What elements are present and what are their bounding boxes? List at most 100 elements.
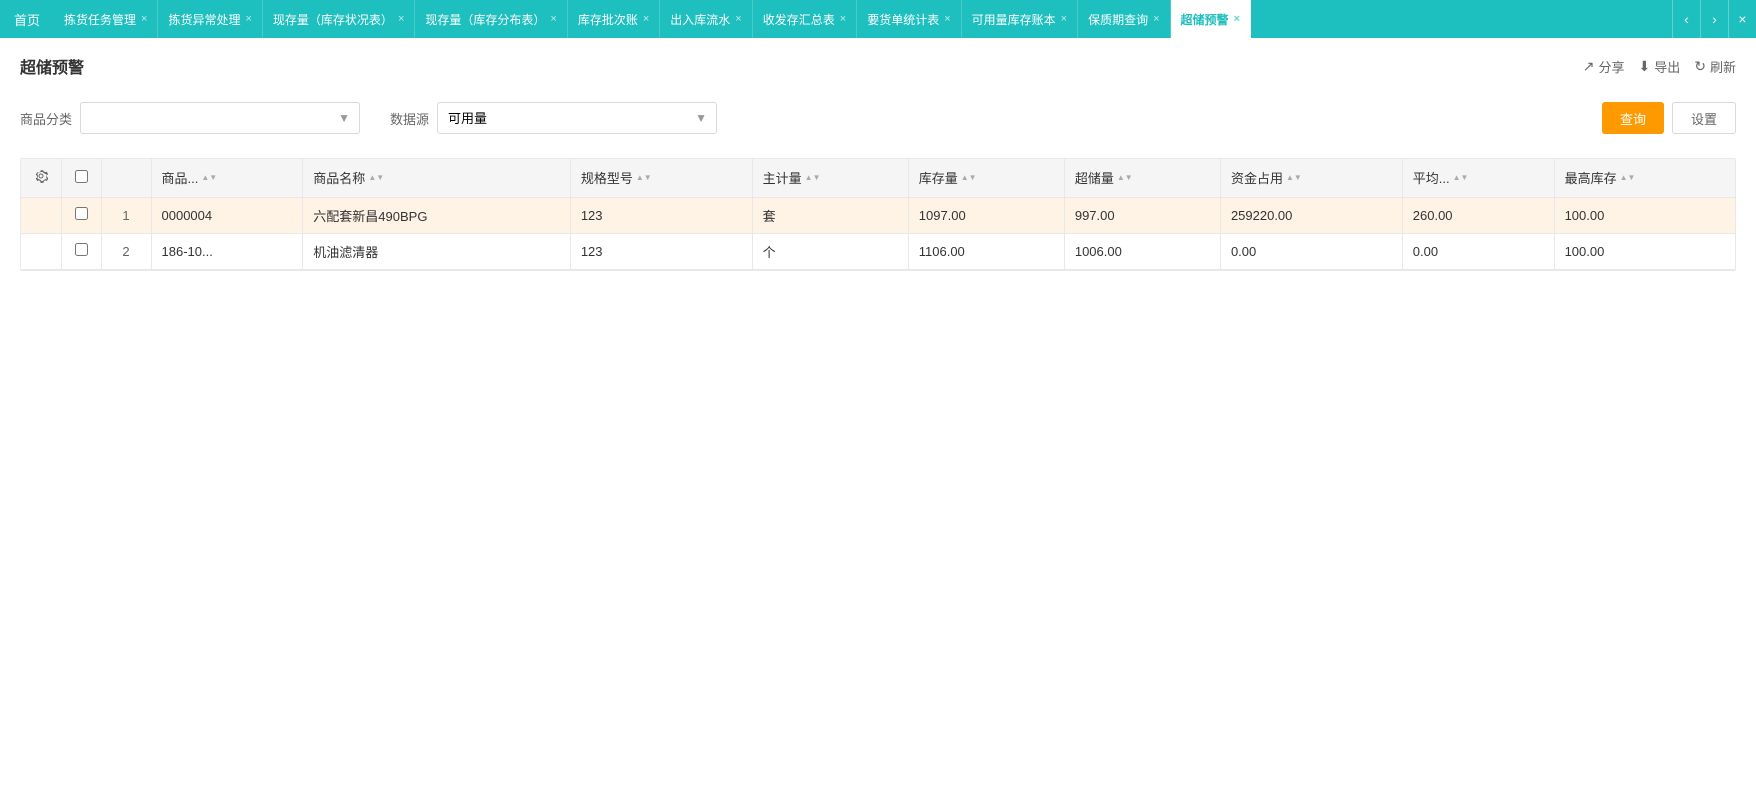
row-max-stock: 100.00: [1554, 197, 1735, 233]
nav-tab-10[interactable]: 超储预警 ×: [1171, 0, 1251, 38]
page-title: 超储预警: [20, 54, 84, 78]
tab-close-icon[interactable]: ×: [141, 13, 147, 25]
select-all-checkbox[interactable]: [75, 170, 88, 183]
row-gear-cell: [21, 233, 61, 269]
tab-close-icon[interactable]: ×: [944, 13, 950, 25]
th-spec[interactable]: 规格型号 ▲▼: [570, 159, 752, 197]
row-spec: 123: [570, 197, 752, 233]
th-avg[interactable]: 平均... ▲▼: [1402, 159, 1554, 197]
top-nav: 首页 拣货任务管理×拣货异常处理×现存量（库存状况表）×现存量（库存分布表）×库…: [0, 0, 1756, 38]
th-sku-name[interactable]: 商品名称 ▲▼: [303, 159, 571, 197]
nav-tab-7[interactable]: 要货单统计表 ×: [857, 0, 961, 38]
row-checkbox[interactable]: [75, 243, 88, 256]
nav-tab-8[interactable]: 可用量库存账本 ×: [962, 0, 1078, 38]
row-capital: 259220.00: [1220, 197, 1402, 233]
page-container: 超储预警 ↗ 分享 ⬇ 导出 ↻ 刷新 商品分类 ▼: [0, 38, 1756, 287]
nav-tab-label: 拣货任务管理: [64, 11, 136, 28]
nav-tab-9[interactable]: 保质期查询×: [1078, 0, 1170, 38]
nav-next-btn[interactable]: ›: [1700, 0, 1728, 38]
sort-icon-3: ▲▼: [636, 173, 652, 182]
th-stock[interactable]: 库存量 ▲▼: [908, 159, 1064, 197]
nav-tab-label: 库存批次账: [578, 11, 638, 28]
tab-close-icon[interactable]: ×: [550, 13, 556, 25]
nav-tab-3[interactable]: 现存量（库存分布表） ×: [415, 0, 567, 38]
refresh-button[interactable]: ↻ 刷新: [1694, 57, 1736, 76]
tab-close-icon[interactable]: ×: [245, 13, 251, 25]
th-capital-label: 资金占用: [1231, 168, 1283, 187]
nav-tab-label: 要货单统计表: [867, 11, 939, 28]
nav-tab-0[interactable]: 拣货任务管理 ×: [54, 0, 158, 38]
tab-close-icon[interactable]: ×: [398, 13, 404, 25]
row-avg: 260.00: [1402, 197, 1554, 233]
category-filter-group: 商品分类 ▼: [20, 102, 360, 134]
row-avg: 0.00: [1402, 233, 1554, 269]
row-spec: 123: [570, 233, 752, 269]
table-header: 商品... ▲▼ 商品名称 ▲▼ 规格型号 ▲▼: [21, 159, 1735, 197]
nav-tab-label: 可用量库存账本: [972, 11, 1056, 28]
row-gear-cell: [21, 197, 61, 233]
tab-close-icon[interactable]: ×: [1153, 13, 1159, 25]
datasource-label: 数据源: [390, 109, 429, 128]
data-table: 商品... ▲▼ 商品名称 ▲▼ 规格型号 ▲▼: [21, 159, 1735, 270]
filter-row: 商品分类 ▼ 数据源 可用量 库存量 ▼ 查询 设置: [20, 92, 1736, 144]
th-check: [61, 159, 101, 197]
tab-close-icon[interactable]: ×: [643, 13, 649, 25]
row-checkbox[interactable]: [75, 207, 88, 220]
row-unit: 个: [752, 233, 908, 269]
th-over-stock[interactable]: 超储量 ▲▼: [1064, 159, 1220, 197]
share-icon: ↗: [1583, 58, 1595, 75]
nav-prev-btn[interactable]: ‹: [1672, 0, 1700, 38]
nav-close-btn[interactable]: ×: [1728, 0, 1756, 38]
datasource-select[interactable]: 可用量 库存量: [437, 102, 717, 134]
th-index: [101, 159, 151, 197]
th-max-stock[interactable]: 最高库存 ▲▼: [1554, 159, 1735, 197]
row-sku-name: 机油滤清器: [303, 233, 571, 269]
header-actions: ↗ 分享 ⬇ 导出 ↻ 刷新: [1583, 57, 1736, 76]
nav-tab-label: 出入库流水: [670, 11, 730, 28]
row-capital: 0.00: [1220, 233, 1402, 269]
th-max-stock-label: 最高库存: [1565, 168, 1617, 187]
tab-close-icon[interactable]: ×: [1061, 13, 1067, 25]
th-sku-code[interactable]: 商品... ▲▼: [151, 159, 303, 197]
share-button[interactable]: ↗ 分享: [1583, 57, 1625, 76]
export-button[interactable]: ⬇ 导出: [1639, 57, 1681, 76]
row-over-stock: 997.00: [1064, 197, 1220, 233]
th-capital[interactable]: 资金占用 ▲▼: [1220, 159, 1402, 197]
sort-icon: ▲▼: [201, 173, 217, 182]
tab-close-icon[interactable]: ×: [735, 13, 741, 25]
nav-home[interactable]: 首页: [0, 0, 54, 38]
row-sku-code: 0000004: [151, 197, 303, 233]
nav-tab-1[interactable]: 拣货异常处理 ×: [158, 0, 262, 38]
row-sku-name: 六配套新昌490BPG: [303, 197, 571, 233]
category-select[interactable]: [80, 102, 360, 134]
tab-close-icon[interactable]: ×: [840, 13, 846, 25]
nav-arrows: ‹ › ×: [1672, 0, 1756, 38]
query-button[interactable]: 查询: [1602, 102, 1664, 134]
table-body: 1 0000004 六配套新昌490BPG 123 套 1097.00 997.…: [21, 197, 1735, 269]
nav-tab-label: 现存量（库存分布表）: [425, 11, 545, 28]
sort-icon-8: ▲▼: [1453, 173, 1469, 182]
nav-tab-label: 收发存汇总表: [763, 11, 835, 28]
th-unit[interactable]: 主计量 ▲▼: [752, 159, 908, 197]
nav-tab-2[interactable]: 现存量（库存状况表） ×: [263, 0, 415, 38]
export-label: 导出: [1654, 57, 1680, 76]
datasource-select-wrapper: 可用量 库存量 ▼: [437, 102, 717, 134]
filter-actions: 查询 设置: [1602, 102, 1736, 134]
nav-tab-4[interactable]: 库存批次账 ×: [568, 0, 660, 38]
th-unit-label: 主计量: [763, 168, 802, 187]
sort-icon-4: ▲▼: [805, 173, 821, 182]
refresh-icon: ↻: [1694, 58, 1706, 75]
row-max-stock: 100.00: [1554, 233, 1735, 269]
row-over-stock: 1006.00: [1064, 233, 1220, 269]
nav-tab-6[interactable]: 收发存汇总表 ×: [753, 0, 857, 38]
th-stock-label: 库存量: [919, 168, 958, 187]
settings-button[interactable]: 设置: [1672, 102, 1736, 134]
sort-icon-5: ▲▼: [961, 173, 977, 182]
gear-icon[interactable]: [33, 168, 49, 184]
nav-tab-label: 超储预警: [1181, 11, 1229, 28]
tab-close-icon[interactable]: ×: [1234, 13, 1240, 25]
nav-tab-label: 拣货异常处理: [168, 11, 240, 28]
th-gear: [21, 159, 61, 197]
nav-tab-label: 现存量（库存状况表）: [273, 11, 393, 28]
nav-tab-5[interactable]: 出入库流水 ×: [660, 0, 752, 38]
